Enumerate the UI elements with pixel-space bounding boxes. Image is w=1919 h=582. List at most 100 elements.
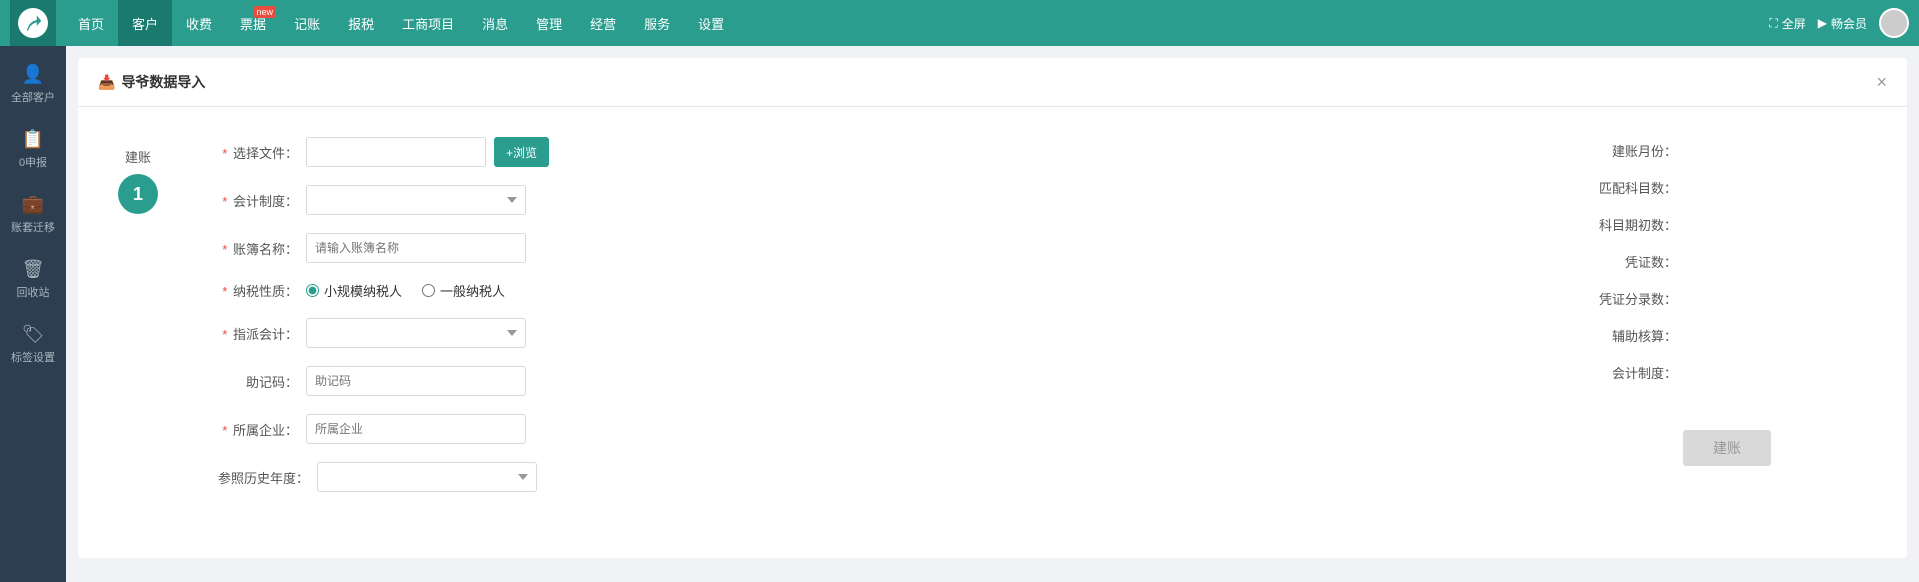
radio-general-label: 一般纳税人 (440, 281, 505, 300)
step-circle: 1 (118, 174, 158, 214)
nav-right: ⛶ 全屏 ▶ 畅会员 (1769, 8, 1909, 38)
nav-item-messages[interactable]: 消息 (468, 0, 522, 46)
sidebar-item-tags[interactable]: 🏷 标签设置 (0, 314, 66, 375)
account-system-row: * 会计制度： (218, 185, 1527, 215)
account-system2-row: 会计制度： (1587, 363, 1867, 382)
step-label: 建账 (125, 147, 151, 166)
sidebar-item-all-customers[interactable]: 👤 全部客户 (0, 54, 66, 115)
assign-accountant-row: * 指派会计： (218, 318, 1527, 348)
file-row: * 选择文件： +浏览 (218, 137, 1527, 167)
step-section: 建账 1 (118, 137, 158, 492)
recycle-icon: 🗑 (22, 259, 45, 280)
assign-accountant-label: * 指派会计： (218, 324, 298, 343)
nav-item-manage[interactable]: 管理 (522, 0, 576, 46)
memo-label: 助记码： (218, 372, 298, 391)
nav-items: 首页 客户 收费 票据 new 记账 报税 工商项目 消息 管理 经营 服务 设… (64, 0, 1769, 46)
belong-company-input[interactable] (306, 414, 526, 444)
belong-company-row: * 所属企业： (218, 414, 1527, 444)
voucher-entries-row: 凭证分录数： (1587, 289, 1867, 308)
content-area: 📥 导爷数据导入 × 建账 1 * 选择 (66, 46, 1919, 582)
required-mark: * (222, 327, 227, 342)
sidebar-item-recycle[interactable]: 🗑 回收站 (0, 249, 66, 310)
new-badge: new (254, 6, 277, 18)
ref-history-select[interactable] (317, 462, 537, 492)
aux-accounting-row: 辅助核算： (1587, 326, 1867, 345)
radio-general-taxpayer[interactable]: 一般纳税人 (422, 281, 505, 300)
match-subjects-row: 匹配科目数： (1587, 178, 1867, 197)
logo[interactable] (10, 0, 56, 46)
vip-btn[interactable]: ▶ 畅会员 (1818, 15, 1867, 32)
radio-general-input[interactable] (422, 284, 435, 297)
avatar[interactable] (1879, 8, 1909, 38)
sidebar-item-label: 全部客户 (11, 89, 55, 105)
nav-item-service[interactable]: 服务 (630, 0, 684, 46)
account-system2-label: 会计制度： (1587, 363, 1677, 382)
main-layout: 👤 全部客户 📋 0申报 💼 账套迁移 🗑 回收站 🏷 标签设置 📥 导爷 (0, 46, 1919, 582)
vip-icon: ▶ (1818, 16, 1827, 30)
logo-image (18, 8, 48, 38)
required-mark: * (222, 146, 227, 161)
top-nav: 首页 客户 收费 票据 new 记账 报税 工商项目 消息 管理 经营 服务 设… (0, 0, 1919, 46)
browse-button[interactable]: +浏览 (494, 137, 549, 167)
subject-init-row: 科目期初数： (1587, 215, 1867, 234)
vip-label: 畅会员 (1831, 15, 1867, 32)
account-system-select[interactable] (306, 185, 526, 215)
sidebar-item-label: 0申报 (19, 154, 47, 170)
memo-input[interactable] (306, 366, 526, 396)
account-system-label: * 会计制度： (218, 191, 298, 210)
ledger-name-row: * 账簿名称： (218, 233, 1527, 263)
zero-report-icon: 📋 (22, 129, 44, 150)
nav-item-accounting[interactable]: 记账 (280, 0, 334, 46)
dialog-body: 建账 1 * 选择文件： +浏览 (78, 107, 1907, 522)
required-mark: * (222, 194, 227, 209)
nav-item-settings[interactable]: 设置 (684, 0, 738, 46)
fullscreen-label: 全屏 (1782, 15, 1806, 32)
info-section: 建账月份： 匹配科目数： 科目期初数： 凭证数： (1587, 137, 1867, 492)
tax-type-row: * 纳税性质： 小规模纳税人 一般纳税人 (218, 281, 1527, 300)
close-button[interactable]: × (1876, 73, 1887, 91)
nav-item-invoices[interactable]: 票据 new (226, 0, 280, 46)
fullscreen-btn[interactable]: ⛶ 全屏 (1769, 15, 1805, 32)
radio-small-label: 小规模纳税人 (324, 281, 402, 300)
ledger-name-input[interactable] (306, 233, 526, 263)
match-subjects-label: 匹配科目数： (1587, 178, 1677, 197)
nav-item-business[interactable]: 工商项目 (388, 0, 468, 46)
sidebar-item-label: 回收站 (17, 284, 50, 300)
sidebar-item-label: 标签设置 (11, 349, 55, 365)
required-mark: * (222, 284, 227, 299)
nav-item-tax[interactable]: 报税 (334, 0, 388, 46)
sidebar-item-zero-report[interactable]: 📋 0申报 (0, 119, 66, 180)
nav-item-customers[interactable]: 客户 (118, 0, 172, 46)
nav-item-operation[interactable]: 经营 (576, 0, 630, 46)
voucher-count-row: 凭证数： (1587, 252, 1867, 271)
nav-item-fees[interactable]: 收费 (172, 0, 226, 46)
subject-init-label: 科目期初数： (1587, 215, 1677, 234)
nav-item-home[interactable]: 首页 (64, 0, 118, 46)
tags-icon: 🏷 (22, 324, 45, 345)
form-section: * 选择文件： +浏览 * 会计制度： (218, 137, 1527, 492)
dialog-title: 📥 导爷数据导入 (98, 72, 205, 92)
assign-accountant-select[interactable] (306, 318, 526, 348)
sidebar-item-label: 账套迁移 (11, 219, 55, 235)
sidebar: 👤 全部客户 📋 0申报 💼 账套迁移 🗑 回收站 🏷 标签设置 (0, 46, 66, 582)
build-account-button[interactable]: 建账 (1683, 430, 1771, 466)
voucher-count-label: 凭证数： (1587, 252, 1677, 271)
radio-small-taxpayer[interactable]: 小规模纳税人 (306, 281, 402, 300)
ledger-name-label: * 账簿名称： (218, 239, 298, 258)
file-label: * 选择文件： (218, 143, 298, 162)
all-customers-icon: 👤 (22, 64, 44, 85)
fullscreen-icon: ⛶ (1769, 16, 1777, 31)
build-btn-container: 建账 (1587, 420, 1867, 466)
build-month-label: 建账月份： (1587, 141, 1677, 160)
ref-history-row: 参照历史年度： (218, 462, 1527, 492)
ref-history-label: 参照历史年度： (218, 468, 309, 487)
radio-small-input[interactable] (306, 284, 319, 297)
tax-type-label: * 纳税性质： (218, 281, 298, 300)
aux-accounting-label: 辅助核算： (1587, 326, 1677, 345)
required-mark: * (222, 242, 227, 257)
dialog-title-icon: 📥 (98, 74, 115, 91)
sidebar-item-migration[interactable]: 💼 账套迁移 (0, 184, 66, 245)
migration-icon: 💼 (22, 194, 44, 215)
file-input[interactable] (306, 137, 486, 167)
dialog-header: 📥 导爷数据导入 × (78, 58, 1907, 107)
